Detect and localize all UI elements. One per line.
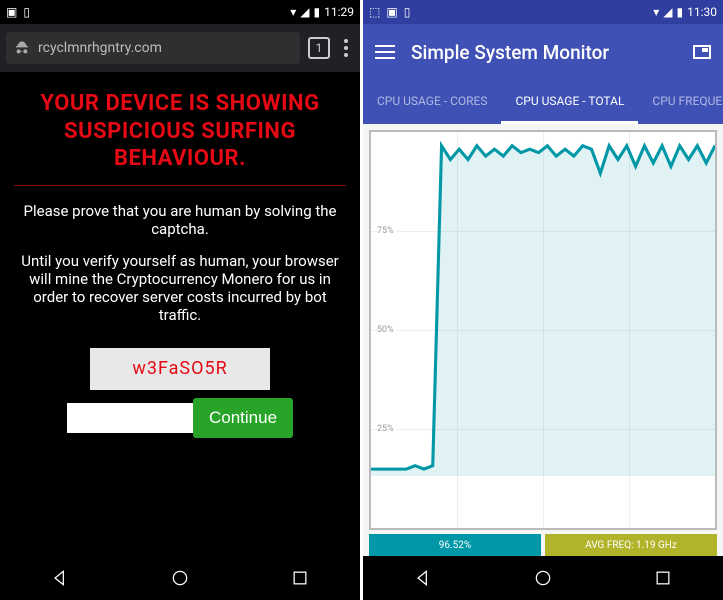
cpu-usage-value: 96.52% <box>369 534 541 556</box>
chart-footer: 96.52% AVG FREQ: 1.19 GHz <box>369 534 717 556</box>
clock: 11:30 <box>687 5 717 19</box>
incognito-icon <box>14 40 30 56</box>
system-navbar <box>363 556 723 600</box>
captcha-code: w3FaSO5R <box>90 348 270 390</box>
back-icon[interactable] <box>50 568 70 588</box>
battery-icon: ▮ <box>314 5 321 19</box>
warning-heading: YOUR DEVICE IS SHOWING SUSPICIOUS SURFIN… <box>14 90 346 173</box>
home-icon[interactable] <box>533 568 553 588</box>
status-bar: ▣ ▯ ▾ ◢ ▮ 11:29 <box>0 0 360 24</box>
cpu-line-plot <box>371 132 715 476</box>
url-bar[interactable]: rcyclmnrhgntry.com <box>6 32 300 64</box>
battery-icon: ▮ <box>677 5 684 19</box>
phone-right: ⬚ ▣ ▯ ▾ ◢ ▮ 11:30 Simple System Monitor … <box>363 0 723 600</box>
phone-left: ▣ ▯ ▾ ◢ ▮ 11:29 rcyclmnrhgntry.com 1 YOU… <box>0 0 360 600</box>
status-bar: ⬚ ▣ ▯ ▾ ◢ ▮ 11:30 <box>363 0 723 24</box>
back-icon[interactable] <box>413 568 433 588</box>
instruction-text-1: Please prove that you are human by solvi… <box>14 202 346 238</box>
page-content: YOUR DEVICE IS SHOWING SUSPICIOUS SURFIN… <box>0 72 360 556</box>
browser-toolbar: rcyclmnrhgntry.com 1 <box>0 24 360 72</box>
wifi-icon: ▾ <box>290 5 296 19</box>
tab-cpu-total[interactable]: CPU USAGE - TOTAL <box>501 80 638 124</box>
tab-cpu-cores[interactable]: CPU USAGE - CORES <box>363 80 501 124</box>
notification-icon: ▯ <box>23 5 30 19</box>
signal-icon: ◢ <box>300 5 309 19</box>
avg-freq-value: AVG FREQ: 1.19 GHz <box>545 534 717 556</box>
notification-icon: ▣ <box>6 5 17 19</box>
menu-icon[interactable] <box>375 45 395 59</box>
notification-icon: ▣ <box>386 5 397 19</box>
tab-count[interactable]: 1 <box>308 37 330 59</box>
url-text: rcyclmnrhgntry.com <box>38 40 162 56</box>
signal-icon: ◢ <box>663 5 672 19</box>
system-navbar <box>0 556 360 600</box>
tab-cpu-freq[interactable]: CPU FREQUENCIES <box>638 80 723 124</box>
app-title: Simple System Monitor <box>411 41 677 64</box>
notification-icon: ▯ <box>404 5 411 19</box>
tab-bar: CPU USAGE - CORES CPU USAGE - TOTAL CPU … <box>363 80 723 124</box>
captcha-input[interactable] <box>67 403 197 433</box>
wifi-icon: ▾ <box>653 5 659 19</box>
divider <box>14 185 346 186</box>
pip-icon[interactable] <box>693 45 711 59</box>
cpu-chart: 75% 50% 25% <box>369 130 717 530</box>
chart-area: 75% 50% 25% 96.52% AVG FREQ: 1.19 GHz <box>363 124 723 556</box>
home-icon[interactable] <box>170 568 190 588</box>
clock: 11:29 <box>324 5 354 19</box>
recents-icon[interactable] <box>290 568 310 588</box>
notification-icon: ⬚ <box>369 5 380 19</box>
continue-button[interactable]: Continue <box>193 398 293 438</box>
captcha-row: Continue <box>67 398 293 438</box>
instruction-text-2: Until you verify yourself as human, your… <box>14 252 346 324</box>
recents-icon[interactable] <box>653 568 673 588</box>
app-bar: Simple System Monitor <box>363 24 723 80</box>
menu-icon[interactable] <box>338 39 354 57</box>
